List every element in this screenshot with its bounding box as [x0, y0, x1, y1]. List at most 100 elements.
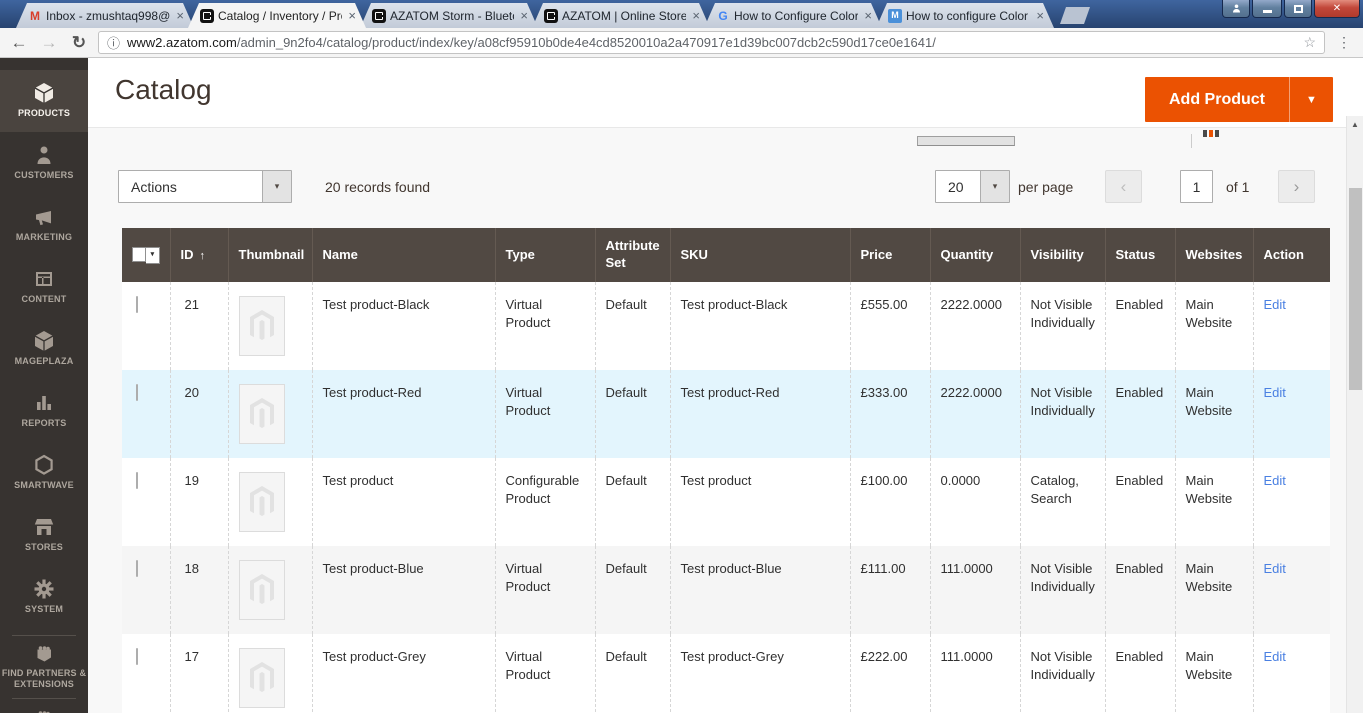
column-header-id[interactable]: ID ↑: [169, 228, 228, 282]
column-header-visibility[interactable]: Visibility: [1019, 228, 1105, 282]
maximize-button[interactable]: [1284, 0, 1312, 18]
page-number-input[interactable]: [1180, 170, 1213, 203]
tab-azatom-storm[interactable]: AZATOM Storm - Blueto ×: [360, 3, 538, 28]
page-header: Catalog Add Product ▼: [88, 58, 1363, 128]
previous-page-button[interactable]: ‹: [1105, 170, 1142, 203]
sidebar-item-smartwave[interactable]: SMARTWAVE: [0, 442, 88, 504]
minimize-button[interactable]: [1252, 0, 1282, 18]
add-product-button[interactable]: Add Product ▼: [1145, 77, 1333, 122]
sidebar-divider: [12, 698, 76, 699]
cell-status: Enabled: [1104, 546, 1175, 634]
reload-icon[interactable]: ↻: [68, 33, 90, 53]
page-scrollbar[interactable]: ▲ ▼: [1346, 116, 1363, 713]
scroll-up-icon[interactable]: ▲: [1347, 116, 1363, 132]
tab-catalog-inventory[interactable]: Catalog / Inventory / Pro ×: [188, 3, 366, 28]
column-header-attribute-set[interactable]: Attribute Set: [594, 228, 670, 282]
sidebar-item-content[interactable]: CONTENT: [0, 256, 88, 318]
column-header-type[interactable]: Type: [494, 228, 595, 282]
sidebar-item-label: CUSTOMERS: [14, 170, 74, 181]
sidebar-item-reports[interactable]: REPORTS: [0, 380, 88, 442]
azatom-icon: [200, 9, 214, 23]
cell-sku: Test product: [669, 458, 850, 546]
next-page-button[interactable]: ›: [1278, 170, 1315, 203]
browser-menu-icon[interactable]: ⋮: [1333, 34, 1355, 51]
cell-attribute-set: Default: [594, 282, 670, 370]
tab-close-icon[interactable]: ×: [346, 8, 358, 23]
tab-magento-docs[interactable]: M How to configure Color S ×: [876, 3, 1054, 28]
cell-id: 21: [169, 282, 228, 370]
cell-status: Enabled: [1104, 370, 1175, 458]
cell-action: Edit: [1252, 458, 1330, 546]
tab-label: How to configure Color S: [906, 8, 1031, 23]
page-info-icon[interactable]: ⓘ: [107, 33, 120, 52]
reports-barchart-icon: [37, 396, 51, 411]
sidebar-partial-item[interactable]: [0, 709, 88, 713]
add-product-dropdown-icon[interactable]: ▼: [1289, 77, 1333, 122]
profile-button[interactable]: [1222, 0, 1250, 18]
column-header-status[interactable]: Status: [1104, 228, 1175, 282]
bookmark-star-icon[interactable]: ☆: [1303, 34, 1316, 51]
sidebar-item-marketing[interactable]: MARKETING: [0, 194, 88, 256]
tab-label: AZATOM | Online Store: [562, 8, 687, 23]
tab-close-icon[interactable]: ×: [690, 8, 702, 23]
sidebar-item-system[interactable]: SYSTEM: [0, 566, 88, 628]
select-all-checkbox[interactable]: [132, 246, 147, 262]
sidebar-item-customers[interactable]: CUSTOMERS: [0, 132, 88, 194]
sidebar-item-label: FIND PARTNERS & EXTENSIONS: [1, 667, 87, 689]
partial-columns-icon[interactable]: [1203, 130, 1219, 137]
column-header-action[interactable]: Action: [1252, 228, 1330, 282]
azatom-icon: [372, 9, 386, 23]
cell-type: Virtual Product: [494, 546, 595, 634]
magento-logo-icon: [249, 662, 274, 692]
new-tab-button[interactable]: [1060, 7, 1090, 24]
forward-icon[interactable]: →: [38, 33, 60, 53]
tab-gmail-inbox[interactable]: M Inbox - zmushtaq998@g ×: [16, 3, 194, 28]
column-header-websites[interactable]: Websites: [1174, 228, 1253, 282]
column-header-price[interactable]: Price: [849, 228, 930, 282]
edit-link[interactable]: Edit: [1264, 385, 1286, 400]
row-checkbox[interactable]: [136, 472, 138, 489]
row-checkbox[interactable]: [136, 296, 138, 313]
tab-close-icon[interactable]: ×: [518, 8, 530, 23]
tab-close-icon[interactable]: ×: [1034, 8, 1046, 23]
per-page-value: 20: [948, 178, 964, 195]
actions-dropdown[interactable]: Actions ▾: [118, 170, 292, 203]
cell-action: Edit: [1252, 546, 1330, 634]
tab-close-icon[interactable]: ×: [862, 8, 874, 23]
tab-close-icon[interactable]: ×: [174, 8, 186, 23]
cell-attribute-set: Default: [594, 458, 670, 546]
close-button[interactable]: ✕: [1314, 0, 1360, 18]
cell-quantity: 2222.0000: [929, 370, 1020, 458]
row-checkbox-cell: [122, 282, 170, 370]
column-header-quantity[interactable]: Quantity: [929, 228, 1020, 282]
select-all-dropdown-icon[interactable]: ▾: [146, 246, 160, 264]
edit-link[interactable]: Edit: [1264, 297, 1286, 312]
column-header-sku[interactable]: SKU: [669, 228, 850, 282]
sidebar-item-mageplaza[interactable]: MAGEPLAZA: [0, 318, 88, 380]
per-page-dropdown[interactable]: 20 ▾: [935, 170, 1010, 203]
row-checkbox[interactable]: [136, 560, 138, 577]
partial-filters-button[interactable]: [917, 136, 1015, 146]
cell-action: Edit: [1252, 634, 1330, 713]
cell-id: 19: [169, 458, 228, 546]
add-product-label[interactable]: Add Product: [1145, 77, 1289, 122]
table-row: 18 Test product-Blue Virtual Product Def…: [122, 546, 1330, 634]
scrollbar-thumb[interactable]: [1349, 188, 1362, 390]
edit-link[interactable]: Edit: [1264, 561, 1286, 576]
browser-toolbar: ← → ↻ ⓘ www2.azatom.com/admin_9n2fo4/cat…: [0, 28, 1363, 58]
cell-price: £555.00: [849, 282, 930, 370]
edit-link[interactable]: Edit: [1264, 649, 1286, 664]
sidebar-item-stores[interactable]: STORES: [0, 504, 88, 566]
edit-link[interactable]: Edit: [1264, 473, 1286, 488]
sidebar-item-products[interactable]: PRODUCTS: [0, 70, 88, 132]
column-header-thumbnail[interactable]: Thumbnail: [227, 228, 312, 282]
tab-google-search[interactable]: G How to Configure Color ×: [704, 3, 882, 28]
column-header-name[interactable]: Name: [311, 228, 495, 282]
back-icon[interactable]: ←: [8, 33, 30, 53]
address-bar[interactable]: ⓘ www2.azatom.com/admin_9n2fo4/catalog/p…: [98, 31, 1325, 54]
tab-azatom-store[interactable]: AZATOM | Online Store ×: [532, 3, 710, 28]
sidebar-item-find-partners[interactable]: FIND PARTNERS & EXTENSIONS: [0, 643, 88, 691]
window-controls: ✕: [1220, 0, 1360, 18]
row-checkbox[interactable]: [136, 648, 138, 665]
row-checkbox[interactable]: [136, 384, 138, 401]
